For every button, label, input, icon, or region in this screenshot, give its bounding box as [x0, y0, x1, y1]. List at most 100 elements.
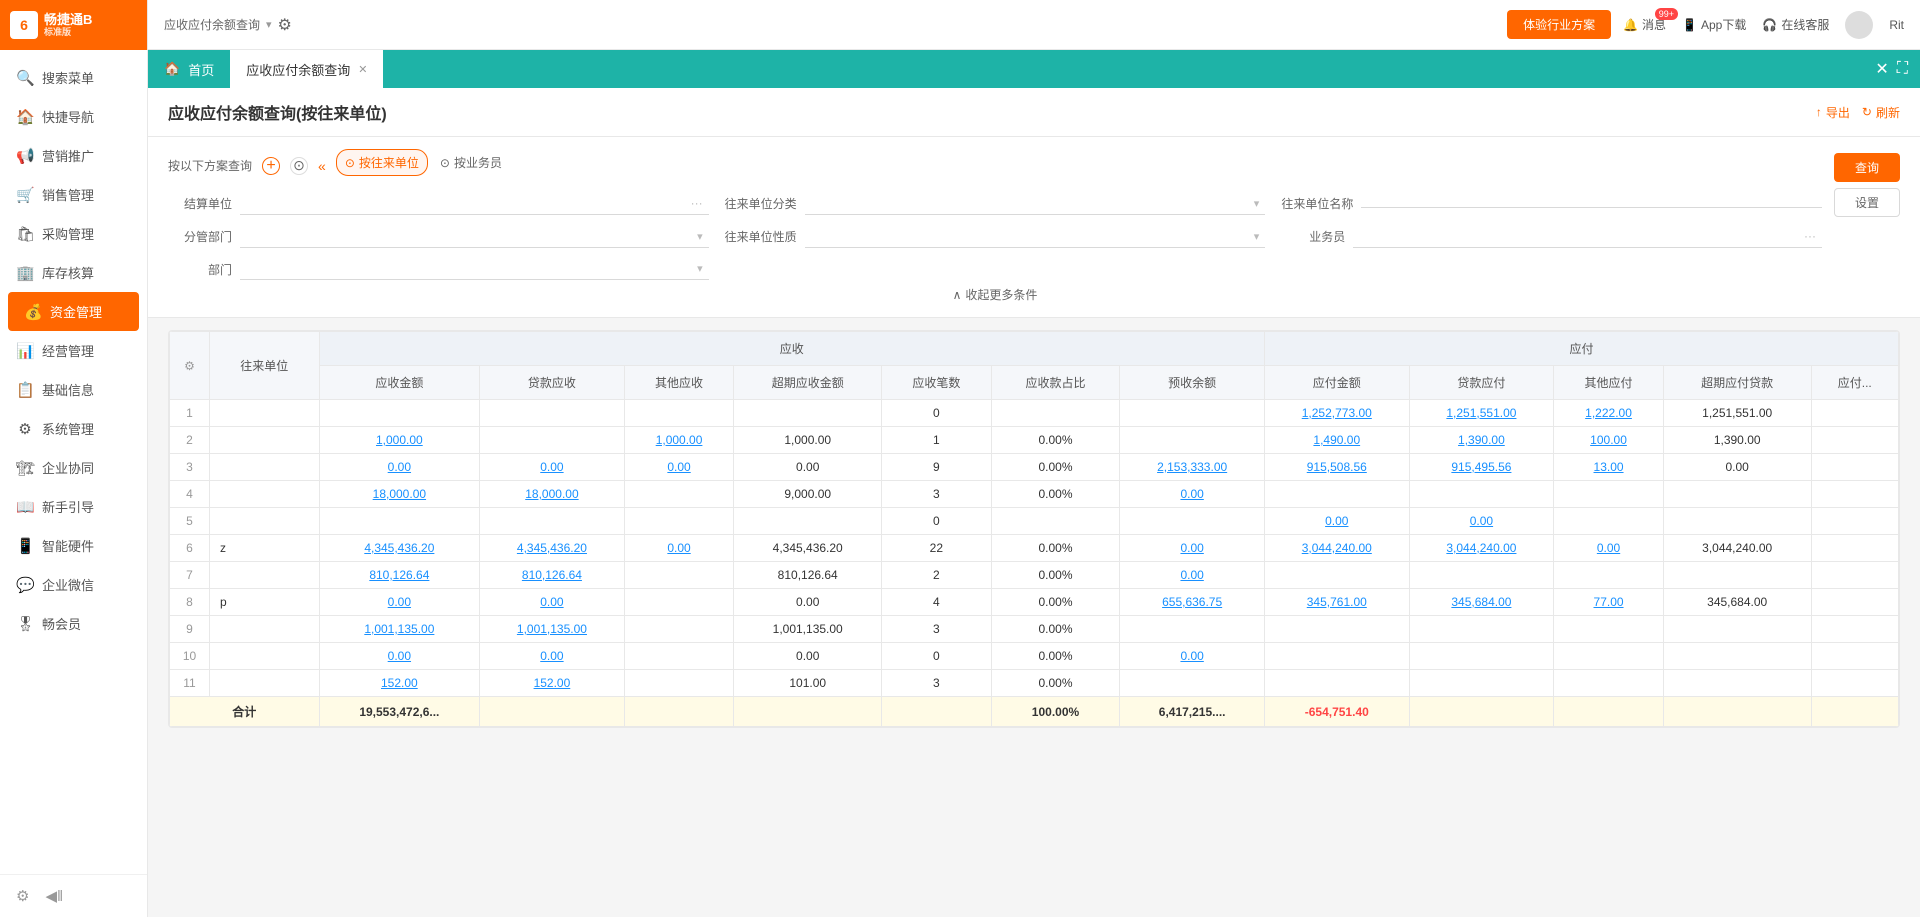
tab-home-label: 首页	[188, 60, 214, 79]
filter-scheme-button[interactable]: ⊙	[290, 157, 308, 175]
unit-name-input[interactable]	[1361, 199, 1822, 208]
sidebar-item-finance[interactable]: 💰资金管理	[8, 292, 139, 331]
filter-cell-salesperson: 业务员 ···	[1281, 225, 1822, 248]
sidebar-item-guide[interactable]: 📖新手引导	[0, 487, 147, 526]
logo-name: 畅捷通B	[44, 12, 92, 28]
page-header: 应收应付余额查询(按往来单位) ↑ 导出 ↻ 刷新	[148, 88, 1920, 137]
view-by-unit[interactable]: ⊙ 按往来单位	[336, 149, 428, 176]
footer-ap-more	[1811, 697, 1898, 727]
logo-icon: 6	[10, 11, 38, 39]
home-icon: 🏠	[164, 61, 180, 77]
footer-ar-count	[882, 697, 992, 727]
unit-nature-label: 往来单位性质	[725, 228, 797, 245]
th-ap-overdue: 超期应付贷款	[1663, 366, 1811, 400]
finance-icon: 💰	[24, 303, 42, 321]
row-partner	[210, 454, 320, 481]
sidebar-item-quick-nav[interactable]: 🏠快捷导航	[0, 97, 147, 136]
table-row: 11152.00152.00101.0030.00%	[170, 670, 1899, 697]
th-ar-ratio: 应收款占比	[991, 366, 1120, 400]
sidebar-item-operations[interactable]: 📊经营管理	[0, 331, 147, 370]
export-label: 导出	[1826, 104, 1850, 121]
sidebar-item-smart[interactable]: 📱 智能硬件	[0, 526, 147, 565]
table-container: ⚙ 往来单位 应收 应付 应收金额 贷款应收 其他应收 超期应收金额 应收笔数	[168, 330, 1900, 728]
tab-close-window-icon[interactable]: ✕	[1875, 59, 1888, 79]
th-ar-prepay: 预收余额	[1120, 366, 1265, 400]
headset-icon: 🎧	[1762, 18, 1777, 32]
row-partner	[210, 643, 320, 670]
tab-ar-ap[interactable]: 应收应付余额查询 ✕	[230, 50, 383, 88]
dept-input[interactable]: ▾	[240, 258, 709, 280]
promo-button[interactable]: 体验行业方案	[1507, 10, 1611, 39]
sidebar-item-smart-label: 智能硬件	[42, 536, 94, 555]
sidebar-item-sales[interactable]: 🛒 销售管理	[0, 175, 147, 214]
refresh-button[interactable]: ↻ 刷新	[1862, 104, 1900, 121]
header-gear-icon[interactable]: ⚙	[278, 15, 292, 35]
sidebar-item-wechat[interactable]: 💬企业微信	[0, 565, 147, 604]
main-content: 应收应付余额查询(按往来单位) ↑ 导出 ↻ 刷新 按以下方案查询 + ⊙ «	[148, 88, 1920, 917]
filter-collapse-button[interactable]: «	[318, 158, 326, 174]
footer-ap-amount: -654,751.40	[1264, 697, 1409, 727]
sidebar-item-purchase[interactable]: 🛍采购管理	[0, 214, 147, 253]
filter-cell-dept-mgr: 分管部门 ▾	[168, 226, 709, 248]
footer-ar-loan	[480, 697, 625, 727]
sidebar-item-sales-label: 销售管理	[42, 185, 94, 204]
th-ar-count: 应收笔数	[882, 366, 992, 400]
query-button[interactable]: 查询	[1834, 153, 1900, 182]
th-ar-overdue: 超期应收金额	[734, 366, 882, 400]
notify-button[interactable]: 🔔 消息 99+	[1623, 16, 1666, 33]
sidebar-item-quick-nav-label: 快捷导航	[42, 107, 94, 126]
sidebar-item-system-label: 系统管理	[42, 419, 94, 438]
unit-nature-input[interactable]: ▾	[805, 226, 1266, 248]
set-button[interactable]: 设置	[1834, 188, 1900, 217]
filter-section: 按以下方案查询 + ⊙ « ⊙ 按往来单位 ⊙ 按业务员	[168, 149, 1900, 309]
sidebar-item-basic-info[interactable]: 📋基础信息	[0, 370, 147, 409]
sidebar-item-member[interactable]: 🎖 畅会员	[0, 604, 147, 643]
smart-icon: 📱	[16, 537, 34, 555]
sidebar-item-member-label: 畅会员	[42, 614, 81, 633]
unit-icon: ⊙	[345, 156, 355, 170]
breadcrumb-text: 应收应付余额查询	[164, 16, 260, 33]
th-num: ⚙	[170, 332, 210, 400]
filter-row-1: 结算单位 ··· 往来单位分类 ▾ 往来单位	[168, 192, 1822, 215]
dept-mgr-input[interactable]: ▾	[240, 226, 709, 248]
online-service-button[interactable]: 🎧 在线客服	[1762, 16, 1829, 33]
view-by-staff[interactable]: ⊙ 按业务员	[432, 150, 510, 175]
row-num: 1	[170, 400, 210, 427]
collapse-more-button[interactable]: ∧ 收起更多条件	[168, 280, 1822, 309]
salesperson-input[interactable]: ···	[1353, 225, 1822, 248]
sidebar-item-marketing[interactable]: 📢营销推广	[0, 136, 147, 175]
sidebar-item-system[interactable]: ⚙系统管理	[0, 409, 147, 448]
footer-label: 合计	[170, 697, 320, 727]
sales-icon: 🛒	[16, 186, 34, 204]
sidebar-item-inventory[interactable]: 🏢库存核算	[0, 253, 147, 292]
tab-home[interactable]: 🏠 首页	[148, 50, 230, 88]
tab-maximize-icon[interactable]: ⛶	[1897, 60, 1908, 78]
refresh-label: 刷新	[1876, 104, 1900, 121]
footer-settings-icon[interactable]: ⚙	[16, 887, 29, 905]
footer-ar-ratio: 100.00%	[991, 697, 1120, 727]
th-ap-amount: 应付金额	[1264, 366, 1409, 400]
refresh-icon: ↻	[1862, 105, 1872, 119]
row-num: 3	[170, 454, 210, 481]
app-download-button[interactable]: 📱 App下载	[1682, 16, 1746, 33]
table-row: 6z4,345,436.204,345,436.200.004,345,436.…	[170, 535, 1899, 562]
tab-close-icon[interactable]: ✕	[358, 63, 367, 76]
sidebar-item-inventory-label: 库存核算	[42, 263, 94, 282]
sidebar-item-search-menu[interactable]: 🔍搜索菜单	[0, 58, 147, 97]
settlement-unit-input[interactable]: ···	[240, 192, 709, 215]
sidebar-item-enterprise[interactable]: 🏗企业协同	[0, 448, 147, 487]
row-num: 7	[170, 562, 210, 589]
filter-left: 按以下方案查询 + ⊙ « ⊙ 按往来单位 ⊙ 按业务员	[168, 149, 1822, 309]
filter-cell-dept: 部门 ▾	[168, 258, 709, 280]
filter-add-button[interactable]: +	[262, 157, 280, 175]
table-row: 21,000.001,000.001,000.0010.00%1,490.001…	[170, 427, 1899, 454]
username-label[interactable]: Rit	[1889, 18, 1904, 32]
th-ap-other: 其他应付	[1554, 366, 1664, 400]
member-icon: 🎖	[16, 615, 34, 633]
unit-category-input[interactable]: ▾	[805, 193, 1266, 215]
export-button[interactable]: ↑ 导出	[1816, 104, 1850, 121]
row-num: 5	[170, 508, 210, 535]
table-settings-icon[interactable]: ⚙	[184, 359, 195, 373]
footer-collapse-icon[interactable]: ◀‖	[45, 887, 63, 905]
table-scroll[interactable]: ⚙ 往来单位 应收 应付 应收金额 贷款应收 其他应收 超期应收金额 应收笔数	[169, 331, 1899, 727]
